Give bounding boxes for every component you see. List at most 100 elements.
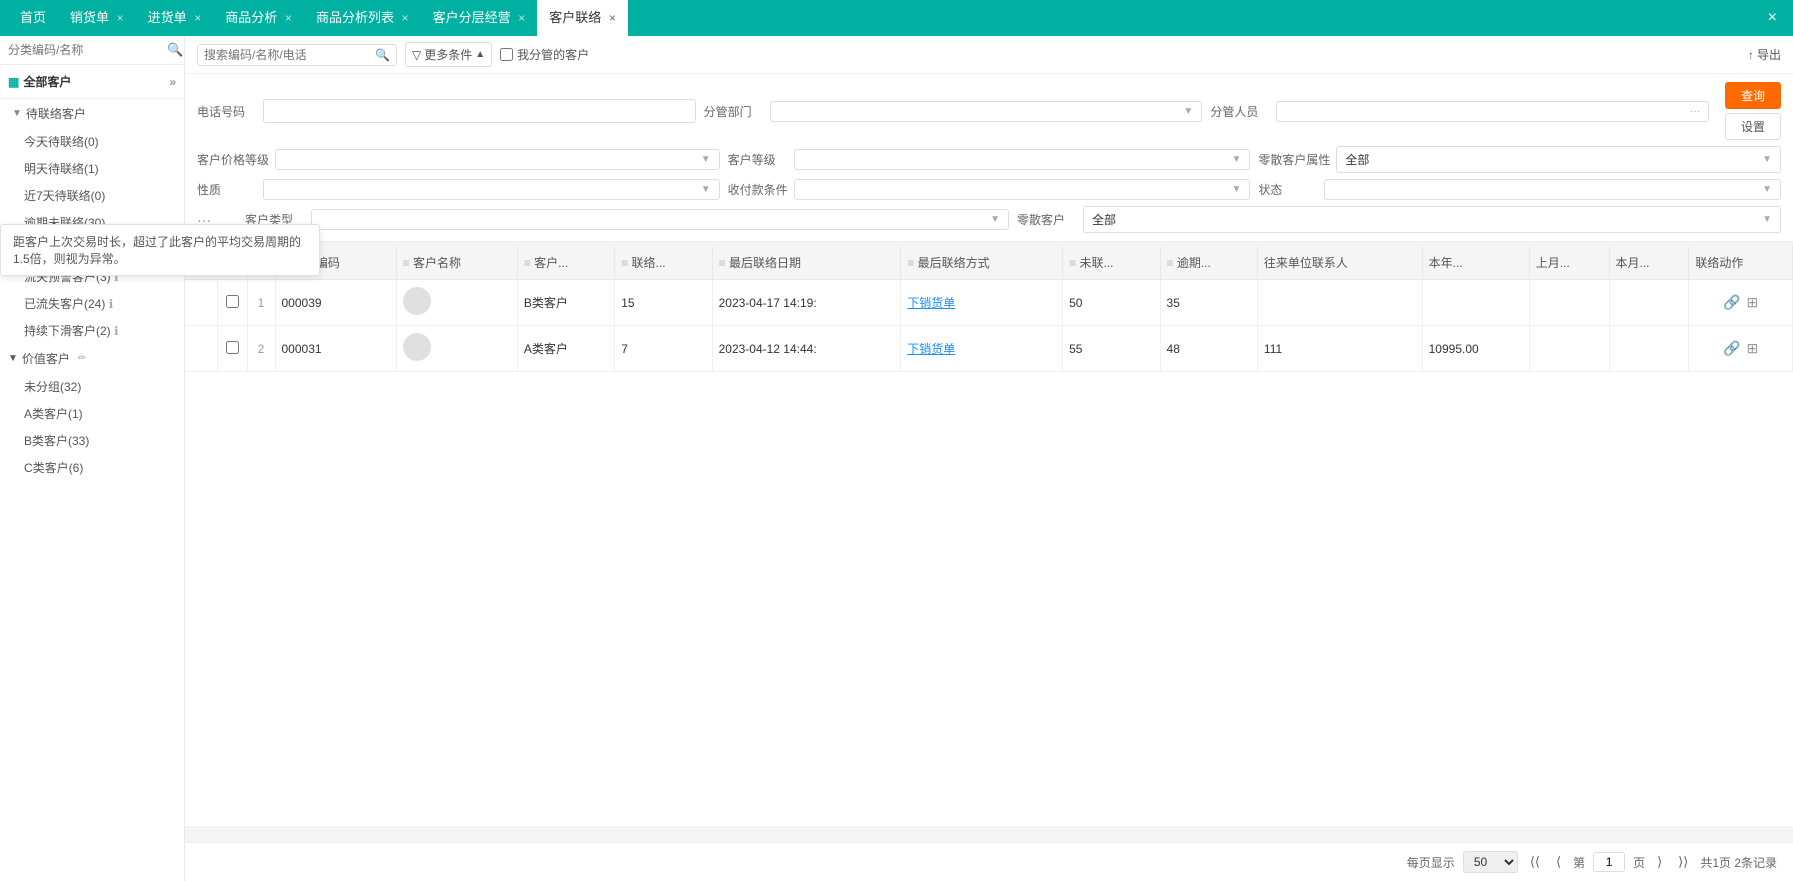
sidebar-item-today[interactable]: 今天待联络(0) bbox=[0, 128, 184, 155]
filter-customer-type-select[interactable]: ▼ bbox=[311, 209, 1009, 230]
filter-retail-attr-select[interactable]: 全部 ▼ bbox=[1336, 146, 1781, 173]
first-page-button[interactable]: ⟨⟨ bbox=[1526, 852, 1544, 872]
nav-product-analysis-list[interactable]: 商品分析列表 × bbox=[304, 0, 421, 36]
per-page-select[interactable]: 50 100 bbox=[1463, 851, 1518, 873]
pagination: 每页显示 50 100 ⟨⟨ ⟨ 第 页 ⟩ ⟩⟩ 共1页 2条记录 bbox=[185, 842, 1793, 881]
sidebar-value-section[interactable]: ▼ 价值客户 ✏ bbox=[0, 344, 184, 373]
filter-customer-grade-select[interactable]: ▼ bbox=[794, 149, 1251, 170]
row1-this-month bbox=[1609, 280, 1689, 326]
filter-status-select[interactable]: ▼ bbox=[1324, 179, 1781, 200]
my-customer-filter: 我分管的客户 bbox=[500, 46, 589, 63]
page-number-input[interactable] bbox=[1593, 852, 1625, 872]
col-contact-count: ≡ 联络... bbox=[615, 246, 712, 280]
filter-retail-customer-select[interactable]: 全部 ▼ bbox=[1083, 206, 1781, 233]
nav-home[interactable]: 首页 bbox=[8, 0, 58, 36]
nav-customer-contact[interactable]: 客户联络 × bbox=[537, 0, 628, 36]
sidebar-item-class-b[interactable]: B类客户(33) bbox=[0, 427, 184, 454]
sidebar-value-label: 价值客户 bbox=[22, 350, 70, 367]
close-layered-tab[interactable]: × bbox=[518, 11, 525, 25]
sidebar-item-class-c[interactable]: C类客户(6) bbox=[0, 454, 184, 481]
filter-payment-select[interactable]: ▼ bbox=[794, 179, 1251, 200]
edit-icon[interactable]: ✏ bbox=[78, 353, 86, 364]
prev-page-button[interactable]: ⟨ bbox=[1552, 852, 1565, 872]
page-total: 共1页 2条记录 bbox=[1700, 854, 1777, 871]
filter-dept-select[interactable]: ▼ bbox=[770, 101, 1203, 122]
more-filter-button[interactable]: ▽ 更多条件 ▲ bbox=[405, 42, 492, 67]
filter-nature-label: 性质 bbox=[197, 181, 257, 198]
sidebar-group-pending[interactable]: ▼ 待联络客户 bbox=[0, 99, 184, 128]
sidebar-search-input[interactable] bbox=[8, 43, 163, 57]
settings-button[interactable]: 设置 bbox=[1725, 113, 1781, 140]
row2-last-way-link[interactable]: 下销货单 bbox=[907, 342, 955, 356]
row2-checkbox[interactable] bbox=[226, 341, 239, 354]
col-customer-name: ≡ 客户名称 bbox=[396, 246, 517, 280]
filter-customer-type: 客户类型 ▼ bbox=[245, 209, 1009, 230]
sidebar-search-icon: 🔍 bbox=[167, 42, 183, 58]
close-purchase-tab[interactable]: × bbox=[194, 11, 201, 25]
close-sales-tab[interactable]: × bbox=[117, 11, 124, 25]
nav-purchase[interactable]: 进货单 × bbox=[136, 0, 214, 36]
sidebar-item-ungrouped[interactable]: 未分组(32) bbox=[0, 373, 184, 400]
filter-payment: 收付款条件 ▼ bbox=[728, 179, 1251, 200]
filter-manager-select[interactable]: ··· bbox=[1276, 101, 1709, 122]
filter-manager: 分管人员 ··· bbox=[1210, 101, 1709, 122]
col-menu-icon-6: ≡ bbox=[907, 256, 914, 270]
col-last-month: 上月... bbox=[1529, 246, 1609, 280]
export-button[interactable]: ↑ 导出 bbox=[1748, 46, 1781, 63]
filter-phone: 电话号码 bbox=[197, 99, 696, 123]
sidebar-header: ▦ 全部客户 » bbox=[0, 65, 184, 99]
row2-action-icons: 🔗 ⊞ bbox=[1695, 340, 1786, 357]
query-button[interactable]: 查询 bbox=[1725, 82, 1781, 109]
sidebar-item-tomorrow[interactable]: 明天待联络(1) bbox=[0, 155, 184, 182]
sidebar-item-declining[interactable]: 持续下滑客户(2) ℹ bbox=[0, 317, 184, 344]
close-contact-tab[interactable]: × bbox=[609, 11, 616, 25]
nav-product-analysis[interactable]: 商品分析 × bbox=[213, 0, 304, 36]
row2-grid-icon[interactable]: ⊞ bbox=[1747, 340, 1759, 357]
close-product-analysis-tab[interactable]: × bbox=[285, 11, 292, 25]
sidebar-item-7days[interactable]: 近7天待联络(0) bbox=[0, 182, 184, 209]
my-customer-label: 我分管的客户 bbox=[517, 46, 589, 63]
last-page-button[interactable]: ⟩⟩ bbox=[1674, 852, 1692, 872]
filter-phone-input[interactable] bbox=[263, 99, 696, 123]
row1-link-icon[interactable]: 🔗 bbox=[1723, 294, 1740, 311]
row1-last-way-link[interactable]: 下销货单 bbox=[907, 296, 955, 310]
sidebar-item-class-a[interactable]: A类客户(1) bbox=[0, 400, 184, 427]
row2-link-icon[interactable]: 🔗 bbox=[1723, 340, 1740, 357]
filter-label: 更多条件 bbox=[424, 46, 472, 63]
filter-row-4: ··· 客户类型 ▼ 零散客户 全部 ▼ bbox=[197, 206, 1781, 233]
chevron-payment-icon: ▼ bbox=[1231, 184, 1241, 195]
filter-manager-label: 分管人员 bbox=[1210, 103, 1270, 120]
sidebar-item-churned[interactable]: 已流失客户(24) ℹ bbox=[0, 290, 184, 317]
row2-check bbox=[217, 326, 247, 372]
row2-avatar bbox=[403, 333, 431, 361]
row2-action: 🔗 ⊞ bbox=[1689, 326, 1793, 372]
filter-icon: ▽ bbox=[412, 48, 421, 62]
filter-retail-attr-value: 全部 bbox=[1345, 151, 1369, 168]
info-icon-3: ℹ bbox=[109, 297, 114, 311]
row1-settings bbox=[185, 280, 217, 326]
col-last-contact-date: ≡ 最后联络日期 bbox=[712, 246, 901, 280]
toolbar-search-input[interactable] bbox=[204, 48, 371, 62]
col-menu-icon-5: ≡ bbox=[719, 256, 726, 270]
row2-num: 2 bbox=[247, 326, 275, 372]
filter-row-2: 客户价格等级 ▼ 客户等级 ▼ 零散客户属性 全部 bbox=[197, 146, 1781, 173]
nav-customer-layered[interactable]: 客户分层经营 × bbox=[421, 0, 538, 36]
row2-unpaid: 55 bbox=[1063, 326, 1160, 372]
chevron-retail-customer-icon: ▼ bbox=[1762, 214, 1772, 225]
sidebar-tree: ▼ 待联络客户 今天待联络(0) 明天待联络(1) 近7天待联络(0) 逾期未联… bbox=[0, 99, 184, 881]
close-window-button[interactable]: × bbox=[1760, 9, 1785, 27]
next-page-button[interactable]: ⟩ bbox=[1653, 852, 1666, 872]
my-customer-checkbox[interactable] bbox=[500, 48, 513, 61]
row1-grid-icon[interactable]: ⊞ bbox=[1747, 294, 1759, 311]
horizontal-scrollbar[interactable] bbox=[185, 830, 1793, 842]
filter-price-grade-select[interactable]: ▼ bbox=[275, 149, 720, 170]
close-product-list-tab[interactable]: × bbox=[402, 11, 409, 25]
row1-num: 1 bbox=[247, 280, 275, 326]
filter-dept: 分管部门 ▼ bbox=[704, 101, 1203, 122]
filter-payment-label: 收付款条件 bbox=[728, 181, 788, 198]
filter-nature-select[interactable]: ▼ bbox=[263, 179, 720, 200]
row1-name bbox=[396, 280, 517, 326]
row1-checkbox[interactable] bbox=[226, 295, 239, 308]
nav-sales[interactable]: 销货单 × bbox=[58, 0, 136, 36]
sidebar-collapse-button[interactable]: » bbox=[169, 75, 176, 89]
